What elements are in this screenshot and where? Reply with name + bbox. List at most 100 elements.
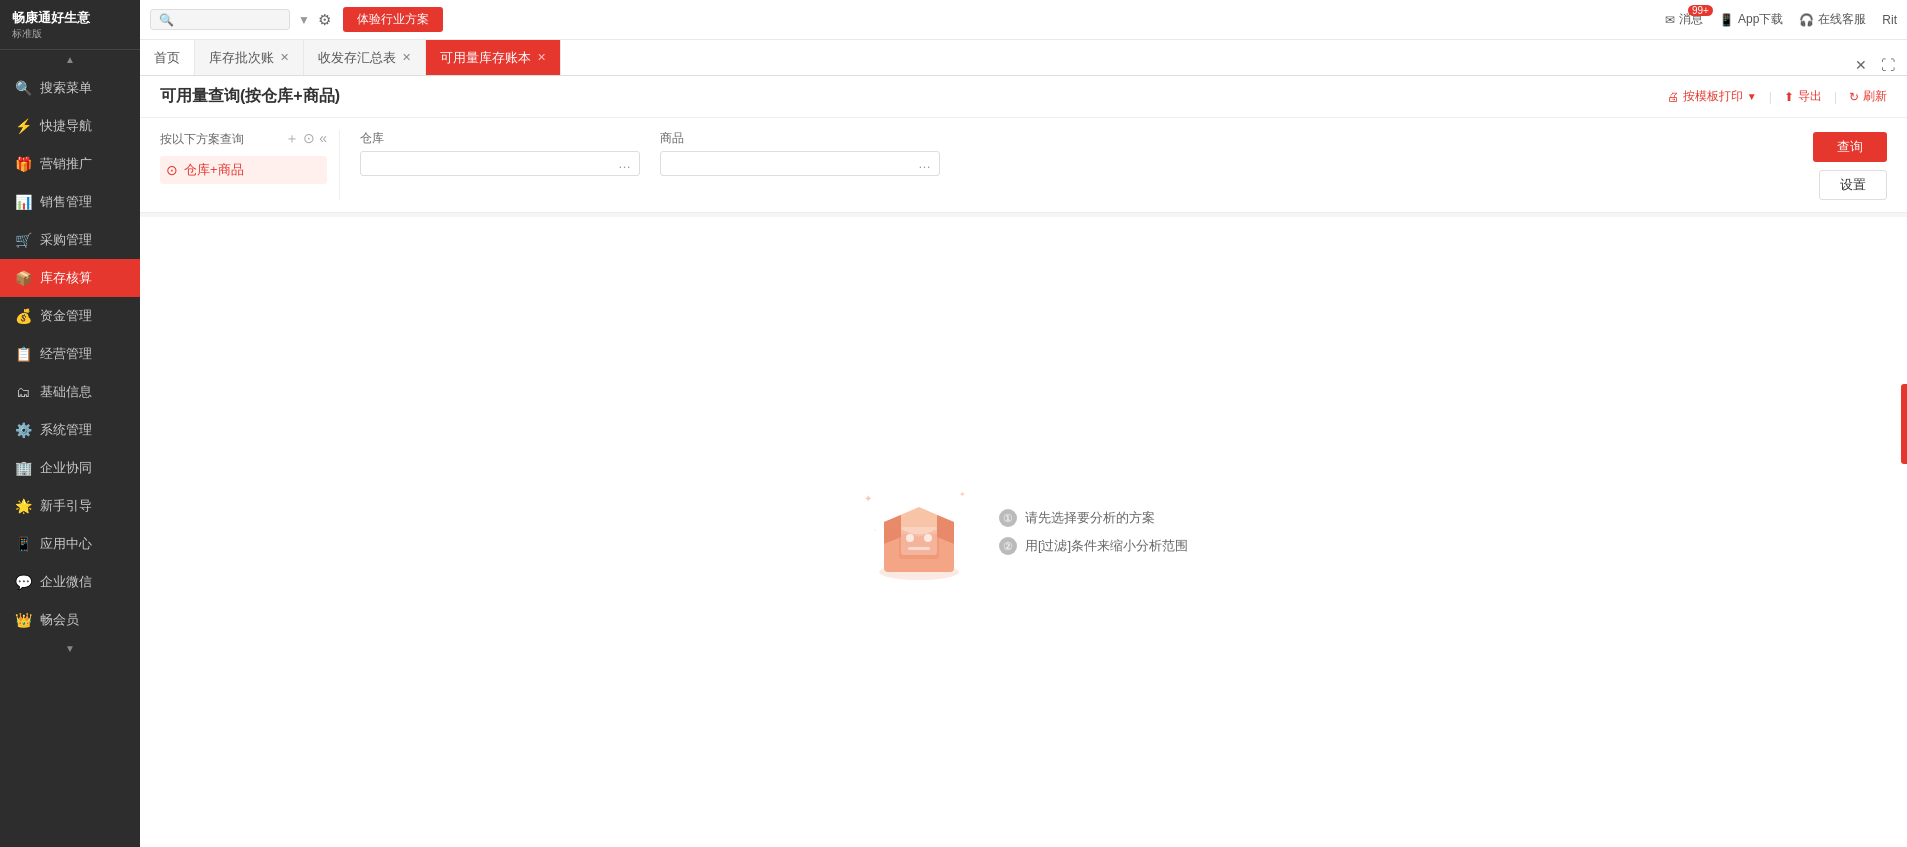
- svg-text:•: •: [874, 527, 876, 533]
- sidebar-item-marketing[interactable]: 🎁 营销推广: [0, 145, 140, 183]
- filter-collapse-icon[interactable]: «: [319, 130, 327, 148]
- filter-settings-icon[interactable]: ⊙: [303, 130, 315, 148]
- export-label: 导出: [1798, 88, 1822, 105]
- app-name: 畅康通好生意: [12, 10, 128, 27]
- operation-icon: 📋: [14, 346, 32, 362]
- tab-close-btn[interactable]: ✕: [1851, 55, 1871, 75]
- topbar-dropdown-arrow[interactable]: ▼: [298, 13, 310, 27]
- purchase-icon: 🛒: [14, 232, 32, 248]
- sidebar-item-system[interactable]: ⚙️ 系统管理: [0, 411, 140, 449]
- headset-icon: 🎧: [1799, 13, 1814, 27]
- sidebar-item-basic-info[interactable]: 🗂 基础信息: [0, 373, 140, 411]
- filter-product-input[interactable]: [669, 157, 914, 171]
- user-info[interactable]: Rit: [1882, 13, 1897, 27]
- sidebar-item-purchase[interactable]: 🛒 采购管理: [0, 221, 140, 259]
- basic-info-icon: 🗂: [14, 384, 32, 400]
- print-dropdown-icon[interactable]: ▼: [1747, 91, 1757, 102]
- sidebar-item-label: 采购管理: [40, 231, 92, 249]
- enterprise-icon: 🏢: [14, 460, 32, 476]
- empty-hint-2: ② 用[过滤]条件来缩小分析范围: [999, 537, 1188, 555]
- filter-option-label: 仓库+商品: [184, 161, 244, 179]
- export-btn[interactable]: ⬆ 导出: [1784, 88, 1822, 105]
- mobile-icon: 📱: [1719, 13, 1734, 27]
- topbar-right: ✉ 消息 99+ 📱 App下载 🎧 在线客服 Rit: [1665, 11, 1897, 28]
- tab-available-stock[interactable]: 可用量库存账本 ✕: [426, 40, 561, 75]
- sidebar-item-inventory[interactable]: 📦 库存核算: [0, 259, 140, 297]
- filter-warehouse-input[interactable]: [369, 157, 614, 171]
- refresh-icon: ↻: [1849, 90, 1859, 104]
- filter-warehouse-input-wrap: …: [360, 151, 640, 176]
- svg-rect-9: [908, 547, 930, 550]
- print-label: 按模板打印: [1683, 88, 1743, 105]
- refresh-btn[interactable]: ↻ 刷新: [1849, 88, 1887, 105]
- main-area: 🔍 ▼ ⚙ 体验行业方案 ✉ 消息 99+ 📱 App下载 🎧 在线客服 Rit: [140, 0, 1907, 847]
- message-link[interactable]: ✉ 消息 99+: [1665, 11, 1703, 28]
- filter-product-label: 商品: [660, 130, 940, 147]
- svg-point-7: [906, 534, 914, 542]
- sidebar-item-label: 畅会员: [40, 611, 79, 629]
- sidebar-item-label: 应用中心: [40, 535, 92, 553]
- svg-text:✦: ✦: [864, 493, 872, 504]
- query-btn[interactable]: 查询: [1813, 132, 1887, 162]
- sidebar-item-label: 库存核算: [40, 269, 92, 287]
- empty-illustration: ✦ ✦ •: [859, 472, 979, 592]
- filter-section-title: 按以下方案查询: [160, 131, 244, 148]
- tab-receipt-summary[interactable]: 收发存汇总表 ✕: [304, 40, 426, 75]
- tab-home[interactable]: 首页: [140, 40, 195, 75]
- tab-batch-account-close[interactable]: ✕: [280, 51, 289, 64]
- sidebar-item-quick-nav[interactable]: ⚡ 快捷导航: [0, 107, 140, 145]
- app-download-link[interactable]: 📱 App下载: [1719, 11, 1783, 28]
- empty-state: ✦ ✦ • ① 请先选择要分析的方案 ② 用[过滤]条件来缩小分析范围: [140, 217, 1907, 847]
- product-more-btn[interactable]: …: [918, 156, 931, 171]
- quick-nav-icon: ⚡: [14, 118, 32, 134]
- tab-maximize-btn[interactable]: ⛶: [1877, 55, 1899, 75]
- sidebar-item-app-center[interactable]: 📱 应用中心: [0, 525, 140, 563]
- sidebar-item-label: 搜索菜单: [40, 79, 92, 97]
- filter-left-panel: 按以下方案查询 ＋ ⊙ « ⊙ 仓库+商品: [160, 130, 340, 200]
- sidebar-item-operation[interactable]: 📋 经营管理: [0, 335, 140, 373]
- empty-hint-num-2: ②: [999, 537, 1017, 555]
- sidebar-item-member[interactable]: 👑 畅会员: [0, 601, 140, 639]
- sidebar-item-search[interactable]: 🔍 搜索菜单: [0, 69, 140, 107]
- svg-rect-6: [901, 527, 937, 555]
- user-name: Rit: [1882, 13, 1897, 27]
- filter-area: 按以下方案查询 ＋ ⊙ « ⊙ 仓库+商品 仓库: [140, 118, 1907, 213]
- sidebar-item-wechat[interactable]: 💬 企业微信: [0, 563, 140, 601]
- sidebar-item-guide[interactable]: 🌟 新手引导: [0, 487, 140, 525]
- filter-add-icon[interactable]: ＋: [285, 130, 299, 148]
- filter-option-warehouse-product[interactable]: ⊙ 仓库+商品: [160, 156, 327, 184]
- sidebar-item-label: 销售管理: [40, 193, 92, 211]
- tab-batch-account-label: 库存批次账: [209, 49, 274, 67]
- sidebar-item-sales[interactable]: 📊 销售管理: [0, 183, 140, 221]
- right-scroll-indicator: [1901, 384, 1907, 464]
- tab-receipt-summary-close[interactable]: ✕: [402, 51, 411, 64]
- topbar-gear-icon[interactable]: ⚙: [318, 11, 331, 29]
- sidebar-item-finance[interactable]: 💰 资金管理: [0, 297, 140, 335]
- industry-btn[interactable]: 体验行业方案: [343, 7, 443, 32]
- empty-hint-1: ① 请先选择要分析的方案: [999, 509, 1188, 527]
- sidebar-item-label: 资金管理: [40, 307, 92, 325]
- empty-text: ① 请先选择要分析的方案 ② 用[过滤]条件来缩小分析范围: [999, 509, 1188, 555]
- tab-controls: ✕ ⛶: [1843, 55, 1907, 75]
- svg-text:✦: ✦: [959, 490, 966, 499]
- filter-field-warehouse: 仓库 …: [360, 130, 640, 176]
- warehouse-more-btn[interactable]: …: [618, 156, 631, 171]
- filter-field-product: 商品 …: [660, 130, 940, 176]
- page-title: 可用量查询(按仓库+商品): [160, 86, 340, 107]
- tab-batch-account[interactable]: 库存批次账 ✕: [195, 40, 304, 75]
- online-service-link[interactable]: 🎧 在线客服: [1799, 11, 1866, 28]
- sidebar-scroll-down[interactable]: ▼: [0, 639, 140, 658]
- print-btn[interactable]: 🖨 按模板打印 ▼: [1667, 88, 1757, 105]
- sidebar-item-label: 企业微信: [40, 573, 92, 591]
- sidebar-item-enterprise[interactable]: 🏢 企业协同: [0, 449, 140, 487]
- topbar-search-box[interactable]: 🔍: [150, 9, 290, 30]
- guide-icon: 🌟: [14, 498, 32, 514]
- page-content: 可用量查询(按仓库+商品) 🖨 按模板打印 ▼ | ⬆ 导出 | ↻ 刷新: [140, 76, 1907, 847]
- sidebar-item-label: 快捷导航: [40, 117, 92, 135]
- app-download-label: App下载: [1738, 11, 1783, 28]
- tab-available-stock-close[interactable]: ✕: [537, 51, 546, 64]
- refresh-label: 刷新: [1863, 88, 1887, 105]
- topbar: 🔍 ▼ ⚙ 体验行业方案 ✉ 消息 99+ 📱 App下载 🎧 在线客服 Rit: [140, 0, 1907, 40]
- filter-settings-btn[interactable]: 设置: [1819, 170, 1887, 200]
- sidebar-scroll-up[interactable]: ▲: [0, 50, 140, 69]
